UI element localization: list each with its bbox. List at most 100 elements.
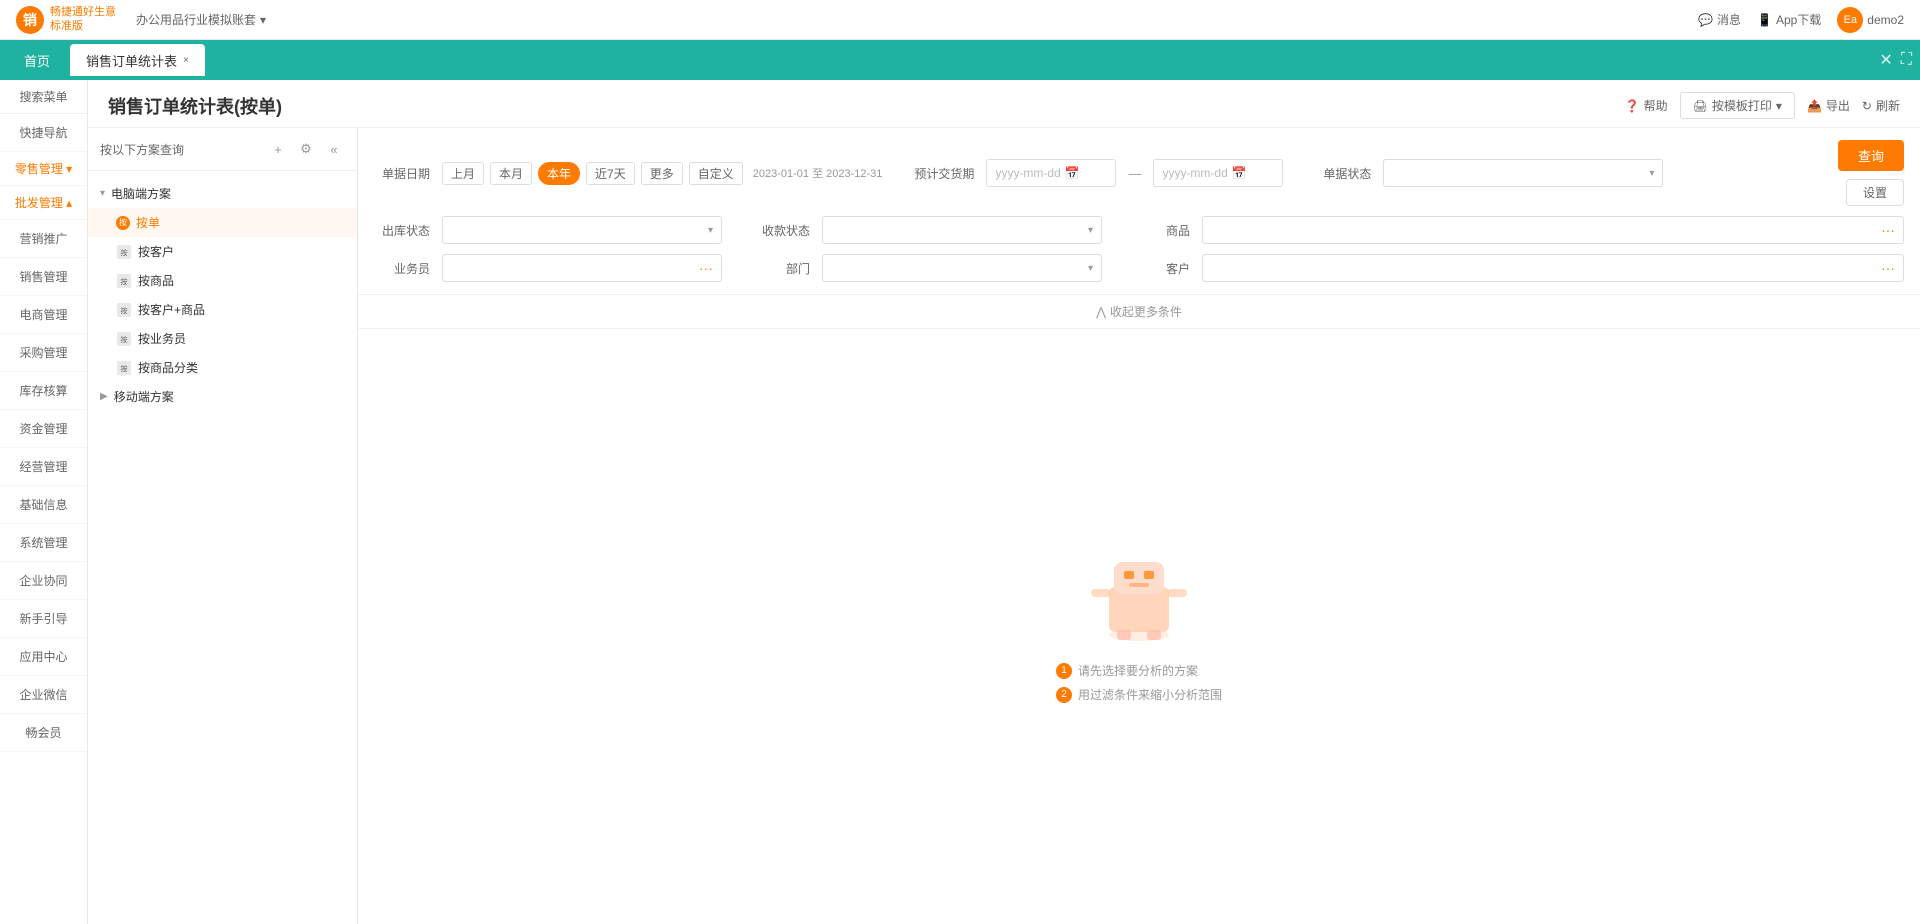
date-btn-this-month[interactable]: 本月 bbox=[490, 162, 532, 185]
print-btn[interactable]: 🖨 按模板打印 ▾ bbox=[1680, 92, 1795, 119]
sidebar-item-basic[interactable]: 基础信息 bbox=[0, 486, 87, 524]
sidebar-search[interactable]: 搜索菜单 bbox=[0, 80, 87, 114]
sidebar-item-app-center[interactable]: 应用中心 bbox=[0, 638, 87, 676]
export-icon: 📤 bbox=[1807, 99, 1822, 113]
refresh-btn[interactable]: ↻ 刷新 bbox=[1862, 97, 1900, 114]
logo-area: 销 畅捷通好生意 标准版 bbox=[16, 6, 116, 34]
refresh-icon: ↻ bbox=[1862, 99, 1872, 113]
add-scheme-btn[interactable]: + bbox=[267, 138, 289, 160]
sidebar-item-onboarding[interactable]: 新手引导 bbox=[0, 600, 87, 638]
svg-text:按: 按 bbox=[121, 364, 128, 373]
expected-date-label: 预计交货期 bbox=[914, 165, 974, 182]
tree-item-icon: 按 bbox=[116, 244, 132, 260]
tree-node-by-category[interactable]: 按 按商品分类 bbox=[88, 353, 357, 382]
svg-text:按: 按 bbox=[121, 306, 128, 315]
tree-node-pc[interactable]: ▾ 电脑端方案 bbox=[88, 179, 357, 208]
collapse-icon: ⋀ bbox=[1096, 305, 1106, 319]
tab-bar: 首页 销售订单统计表 × ✕ ⛶ bbox=[0, 40, 1920, 80]
content-area: 销售订单统计表(按单) ❓ 帮助 🖨 按模板打印 ▾ 📤 导出 ↻ 刷新 bbox=[88, 80, 1920, 924]
sidebar-item-retail[interactable]: 零售管理 ▾ bbox=[0, 152, 87, 186]
date-btn-this-year[interactable]: 本年 bbox=[538, 162, 580, 185]
collapse-panel-btn[interactable]: « bbox=[323, 138, 345, 160]
svg-text:按: 按 bbox=[121, 335, 128, 344]
payment-label: 收款状态 bbox=[754, 222, 810, 239]
expected-date-end[interactable]: yyyy-mm-dd 📅 bbox=[1153, 159, 1283, 187]
staff-select[interactable]: ··· bbox=[442, 254, 722, 282]
logo-icon: 销 bbox=[16, 6, 44, 34]
message-btn[interactable]: 💬 消息 bbox=[1698, 11, 1741, 28]
filter-row-1: 单据日期 上月 本月 本年 近7天 更多 自定义 2023-01-01 至 20… bbox=[374, 140, 1904, 206]
left-panel-header: 按以下方案查询 + ⚙ « bbox=[88, 128, 357, 171]
expand-window-btn[interactable]: ⛶ bbox=[1901, 51, 1912, 69]
chevron-down-icon: ▾ bbox=[1088, 263, 1093, 274]
more-dots-icon: ··· bbox=[1881, 222, 1895, 238]
empty-state: 1 请先选择要分析的方案 2 用过滤条件来缩小分析范围 bbox=[358, 329, 1920, 924]
sidebar-item-ecommerce[interactable]: 电商管理 bbox=[0, 296, 87, 334]
payment-select[interactable]: ▾ bbox=[822, 216, 1102, 244]
sidebar-item-system[interactable]: 系统管理 bbox=[0, 524, 87, 562]
settings-scheme-btn[interactable]: ⚙ bbox=[295, 138, 317, 160]
export-btn[interactable]: 📤 导出 bbox=[1807, 97, 1850, 114]
date-btn-last-7days[interactable]: 近7天 bbox=[586, 162, 635, 185]
chevron-down-icon: ▾ bbox=[1649, 168, 1654, 179]
shipping-select[interactable]: ▾ bbox=[442, 216, 722, 244]
department-select[interactable]: ▾ bbox=[822, 254, 1102, 282]
sidebar-item-sales-mgmt[interactable]: 销售管理 bbox=[0, 258, 87, 296]
collapse-text: ⋀ 收起更多条件 bbox=[366, 303, 1912, 320]
status-select[interactable]: ▾ bbox=[1383, 159, 1663, 187]
more-dots-icon: ··· bbox=[1881, 260, 1895, 276]
print-icon: 🖨 bbox=[1693, 99, 1708, 113]
tab-close-btn[interactable]: × bbox=[183, 55, 189, 66]
help-btn[interactable]: ❓ 帮助 bbox=[1625, 97, 1668, 114]
sidebar: 搜索菜单 快捷导航 零售管理 ▾ 批发管理 ▴ 营销推广 销售管理 电商管理 采… bbox=[0, 80, 88, 924]
date-buttons: 上月 本月 本年 近7天 更多 自定义 2023-01-01 至 2023-12… bbox=[442, 162, 882, 185]
tree-node-by-product[interactable]: 按 按商品 bbox=[88, 266, 357, 295]
tree-item-icon: 按 bbox=[116, 331, 132, 347]
tree-item-icon: 按 bbox=[116, 273, 132, 289]
svg-text:按: 按 bbox=[121, 248, 128, 257]
close-window-btn[interactable]: ✕ bbox=[1879, 50, 1892, 70]
query-btn[interactable]: 查询 bbox=[1838, 140, 1904, 171]
tree-node-by-staff[interactable]: 按 按业务员 bbox=[88, 324, 357, 353]
avatar: Ea bbox=[1837, 7, 1863, 33]
sidebar-item-member[interactable]: 畅会员 bbox=[0, 714, 87, 752]
tab-home[interactable]: 首页 bbox=[8, 44, 66, 76]
product-select[interactable]: ··· bbox=[1202, 216, 1904, 244]
date-btn-more[interactable]: 更多 bbox=[641, 162, 683, 185]
help-icon: ❓ bbox=[1625, 99, 1640, 113]
sidebar-item-wholesale[interactable]: 批发管理 ▴ bbox=[0, 186, 87, 220]
sidebar-item-corp-wechat[interactable]: 企业微信 bbox=[0, 676, 87, 714]
setting-btn[interactable]: 设置 bbox=[1846, 179, 1904, 206]
empty-hint-1: 1 请先选择要分析的方案 bbox=[1056, 659, 1222, 683]
filter-row-3: 业务员 ··· 部门 ▾ 客户 bbox=[374, 254, 1904, 282]
user-info[interactable]: Ea demo2 bbox=[1837, 7, 1904, 33]
tree-expand-icon: ▶ bbox=[100, 391, 108, 402]
sidebar-item-finance[interactable]: 资金管理 bbox=[0, 410, 87, 448]
date-separator: — bbox=[1128, 166, 1141, 181]
sidebar-item-inventory[interactable]: 库存核算 bbox=[0, 372, 87, 410]
customer-select[interactable]: ··· bbox=[1202, 254, 1904, 282]
empty-hint-2: 2 用过滤条件来缩小分析范围 bbox=[1056, 683, 1222, 707]
sidebar-item-operations[interactable]: 经营管理 bbox=[0, 448, 87, 486]
left-panel: 按以下方案查询 + ⚙ « ▾ 电脑端方案 按 按单 bbox=[88, 128, 358, 924]
workspace-selector[interactable]: 办公用品行业模拟账套 ▾ bbox=[136, 11, 266, 28]
chevron-down-icon: ▾ bbox=[708, 225, 713, 236]
tree-node-by-customer-product[interactable]: 按 按客户+商品 bbox=[88, 295, 357, 324]
date-btn-custom[interactable]: 自定义 bbox=[689, 162, 743, 185]
date-btn-last-month[interactable]: 上月 bbox=[442, 162, 484, 185]
sidebar-item-purchase[interactable]: 采购管理 bbox=[0, 334, 87, 372]
app-download-btn[interactable]: 📱 App下载 bbox=[1757, 11, 1821, 28]
customer-label: 客户 bbox=[1134, 260, 1190, 277]
filter-bar: 单据日期 上月 本月 本年 近7天 更多 自定义 2023-01-01 至 20… bbox=[358, 128, 1920, 295]
expected-date-start[interactable]: yyyy-mm-dd 📅 bbox=[986, 159, 1116, 187]
tree-node-by-customer[interactable]: 按 按客户 bbox=[88, 237, 357, 266]
sidebar-item-enterprise[interactable]: 企业协同 bbox=[0, 562, 87, 600]
tree-node-by-order[interactable]: 按 按单 bbox=[88, 208, 357, 237]
tab-sales-order[interactable]: 销售订单统计表 × bbox=[70, 44, 205, 76]
tree-item-icon: 按 bbox=[116, 360, 132, 376]
collapse-bar[interactable]: ⋀ 收起更多条件 bbox=[358, 295, 1920, 329]
sidebar-item-marketing[interactable]: 营销推广 bbox=[0, 220, 87, 258]
tree-node-mobile[interactable]: ▶ 移动端方案 bbox=[88, 382, 357, 411]
sidebar-item-quick-nav[interactable]: 快捷导航 bbox=[0, 114, 87, 152]
calendar-icon-start: 📅 bbox=[1065, 166, 1080, 180]
